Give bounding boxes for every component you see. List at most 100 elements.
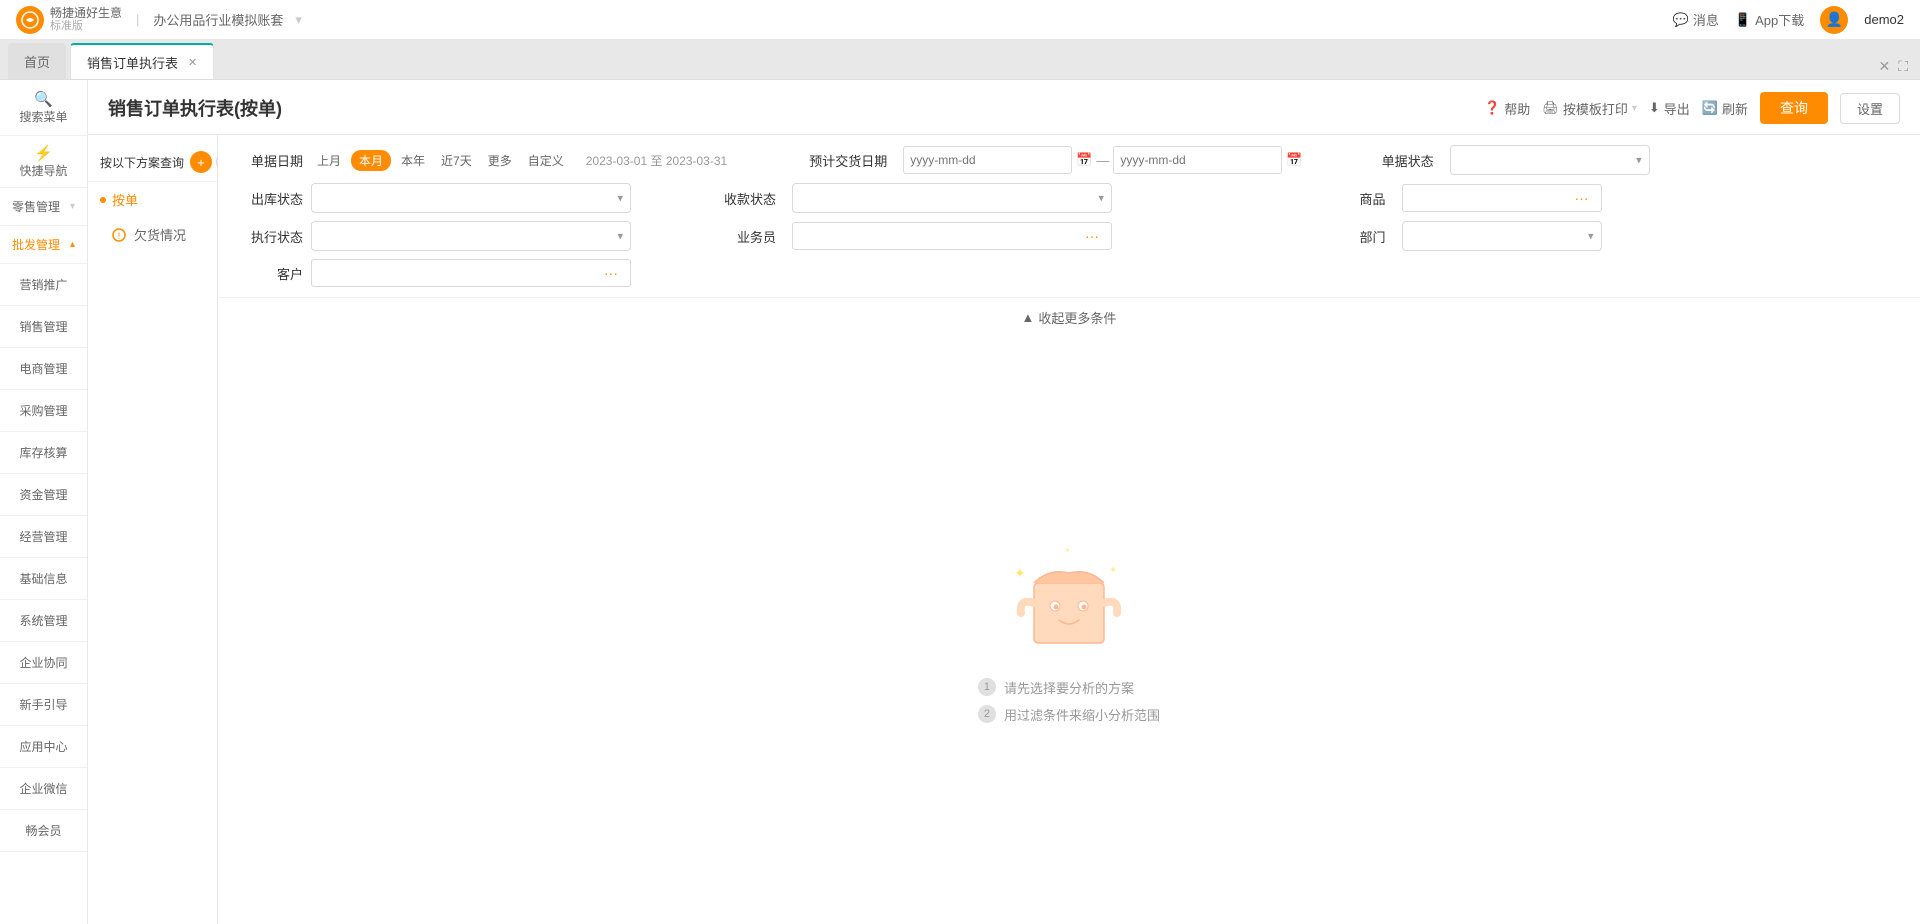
salesman-dots-icon[interactable]: ··· [1081, 228, 1103, 244]
help-btn[interactable]: ❓ 帮助 [1484, 99, 1530, 118]
svg-text:✦: ✦ [1109, 565, 1117, 576]
expected-from-input[interactable] [903, 146, 1072, 174]
sidebar-system[interactable]: 系统管理 [0, 600, 87, 642]
sidebar-newbie[interactable]: 新手引导 [0, 684, 87, 726]
calendar-icon-from: 📅 [1076, 152, 1092, 168]
goods-input[interactable] [1411, 191, 1571, 205]
customer-input-wrap: ··· [311, 259, 631, 287]
print-btn[interactable]: 🖨 按模板打印 ▾ [1542, 99, 1637, 118]
tab-expand-btn[interactable]: ⛶ [1898, 58, 1908, 75]
empty-state: ✦ ✦ ✦ 1 请先选择要分析的方案 2 [218, 337, 1920, 924]
sidebar-wechat[interactable]: 企业微信 [0, 768, 87, 810]
app-download-action[interactable]: 📱 App下载 [1735, 10, 1804, 29]
breadcrumb-title: 办公用品行业模拟账套 [153, 10, 283, 29]
filter-row3: 执行状态 业务员 ··· [218, 213, 1920, 251]
scheme-sidebar: 按以下方案查询 + ✎ « 按单 ! [88, 135, 218, 924]
svg-text:✦: ✦ [1014, 565, 1026, 581]
delivery-status-select[interactable] [311, 183, 631, 213]
sidebar-finance[interactable]: 资金管理 [0, 474, 87, 516]
goods-input-wrap: ··· [1402, 184, 1602, 212]
date-7days[interactable]: 近7天 [435, 150, 478, 171]
collapse-btn[interactable]: ▲ 收起更多条件 [1022, 308, 1117, 327]
salesman-label: 业务员 [711, 227, 776, 246]
dept-select[interactable] [1402, 221, 1602, 251]
help-icon: ❓ [1484, 100, 1500, 116]
tab-close-icon[interactable]: ✕ [188, 56, 197, 69]
export-icon: ⬇ [1649, 100, 1660, 116]
refresh-btn[interactable]: 🔄 刷新 [1702, 99, 1748, 118]
customer-input[interactable] [320, 266, 600, 280]
sidebar-ecommerce[interactable]: 电商管理 [0, 348, 87, 390]
tab-sales-order[interactable]: 销售订单执行表 ✕ [70, 43, 214, 79]
printer-icon: 🖨 [1542, 100, 1559, 116]
tab-home[interactable]: 首页 [8, 43, 66, 79]
phone-icon: 📱 [1735, 12, 1751, 28]
logo-icon [16, 6, 44, 34]
scheme-order-item[interactable]: 按单 [88, 182, 217, 217]
salesman-input-wrap: ··· [792, 222, 1112, 250]
logo-text: 畅捷通好生意 标准版 [50, 6, 122, 34]
collapse-row: ▲ 收起更多条件 [218, 297, 1920, 337]
sidebar-wholesale[interactable]: 批发管理 ▴ [0, 226, 87, 264]
customer-dots-icon[interactable]: ··· [600, 265, 622, 281]
page-actions: ❓ 帮助 🖨 按模板打印 ▾ ⬇ 导出 🔄 刷新 [1484, 92, 1900, 124]
content-wrapper: 按以下方案查询 + ✎ « 按单 ! [88, 135, 1920, 924]
calendar-icon-to: 📅 [1286, 152, 1302, 168]
date-label: 单据日期 [238, 151, 303, 170]
page-title: 销售订单执行表(按单) [108, 95, 282, 121]
app-container: 畅捷通好生意 标准版 | 办公用品行业模拟账套 ▾ 💬 消息 📱 App下载 👤… [0, 0, 1920, 924]
username: demo2 [1864, 12, 1904, 27]
filter-row4: 客户 ··· [218, 251, 1920, 287]
date-more[interactable]: 更多 [482, 150, 518, 171]
collection-status-label: 收款状态 [711, 189, 776, 208]
salesman-input[interactable] [801, 229, 1081, 243]
breadcrumb-arrow[interactable]: ▾ [295, 12, 302, 28]
date-custom[interactable]: 自定义 [522, 150, 570, 171]
sidebar-sales[interactable]: 销售管理 [0, 306, 87, 348]
sidebar-quick-nav[interactable]: ⚡ 快捷导航 [0, 136, 87, 188]
sidebar-inventory[interactable]: 库存核算 [0, 432, 87, 474]
collection-status-select[interactable] [792, 183, 1112, 213]
tab-bar: 首页 销售订单执行表 ✕ ✕ ⛶ [0, 40, 1920, 80]
step-num-2: 2 [978, 705, 996, 723]
query-button[interactable]: 查询 [1760, 92, 1828, 124]
sidebar-marketing[interactable]: 营销推广 [0, 264, 87, 306]
sidebar-retail[interactable]: 零售管理 ▾ [0, 188, 87, 226]
scheme-backorder-item[interactable]: ! 欠货情况 [88, 217, 217, 252]
retail-arrow-icon: ▾ [70, 201, 75, 212]
sidebar-search[interactable]: 🔍 搜索菜单 [0, 80, 87, 136]
collection-status-select-wrap [792, 183, 1112, 213]
goods-label: 商品 [1321, 189, 1386, 208]
logo-area: 畅捷通好生意 标准版 [16, 6, 122, 34]
wholesale-arrow-icon: ▴ [70, 239, 75, 250]
salesman-section: 业务员 ··· [711, 222, 1291, 250]
svg-text:✦: ✦ [1064, 546, 1071, 555]
exec-status-select[interactable] [311, 221, 631, 251]
date-this-year[interactable]: 本年 [395, 150, 431, 171]
order-status-select[interactable] [1450, 145, 1650, 175]
order-status-select-wrap [1450, 145, 1650, 175]
goods-dots-icon[interactable]: ··· [1571, 190, 1593, 206]
empty-step-1: 1 请先选择要分析的方案 [978, 678, 1160, 697]
order-status-section: 单据状态 [1369, 145, 1900, 175]
goods-section: 商品 ··· [1321, 184, 1901, 212]
sidebar-basic-info[interactable]: 基础信息 [0, 558, 87, 600]
expected-to-input[interactable] [1113, 146, 1282, 174]
sidebar-purchase[interactable]: 采购管理 [0, 390, 87, 432]
date-last-month[interactable]: 上月 [311, 150, 347, 171]
date-this-month[interactable]: 本月 [351, 150, 391, 171]
sidebar-enterprise[interactable]: 企业协同 [0, 642, 87, 684]
sidebar-member[interactable]: 畅会员 [0, 810, 87, 852]
step-num-1: 1 [978, 678, 996, 696]
filter-row2: 出库状态 收款状态 商品 [218, 175, 1920, 213]
sidebar-operations[interactable]: 经营管理 [0, 516, 87, 558]
content-area: 销售订单执行表(按单) ❓ 帮助 🖨 按模板打印 ▾ ⬇ 导出 [88, 80, 1920, 924]
export-btn[interactable]: ⬇ 导出 [1649, 99, 1690, 118]
expected-delivery-range: 📅 — 📅 [903, 146, 1223, 174]
message-action[interactable]: 💬 消息 [1673, 10, 1719, 29]
sidebar-appcenter[interactable]: 应用中心 [0, 726, 87, 768]
dept-section: 部门 [1321, 221, 1901, 251]
add-scheme-btn[interactable]: + [190, 151, 212, 173]
tab-close-btn[interactable]: ✕ [1878, 58, 1890, 75]
settings-button[interactable]: 设置 [1840, 93, 1900, 124]
